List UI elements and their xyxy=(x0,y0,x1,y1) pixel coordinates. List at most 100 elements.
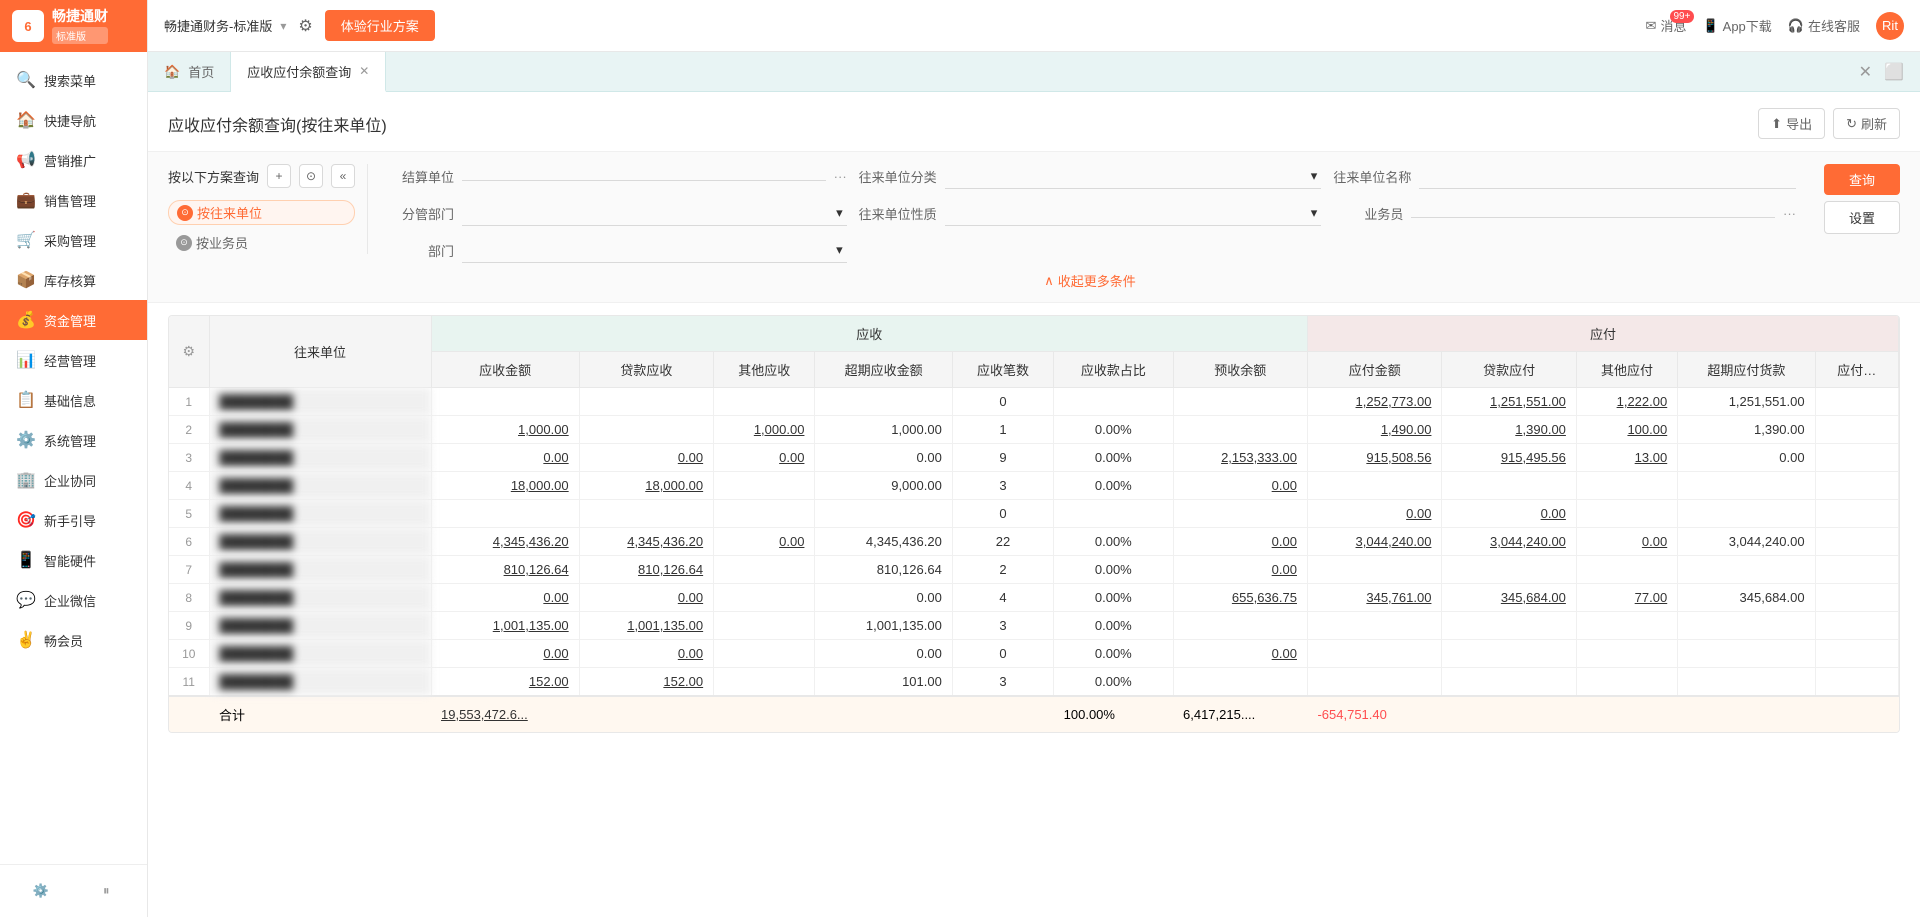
row-ar-loan[interactable]: 0.00 xyxy=(579,584,713,612)
row-ap-other[interactable] xyxy=(1576,612,1677,640)
sidebar-item-quicknav[interactable]: 🏠快捷导航 xyxy=(0,100,147,140)
row-ar-amount[interactable]: 4,345,436.20 xyxy=(431,528,579,556)
messages-btn[interactable]: ✉ 消息 99+ xyxy=(1646,16,1687,35)
row-advance[interactable]: 0.00 xyxy=(1173,556,1307,584)
row-ar-amount[interactable]: 1,000.00 xyxy=(431,416,579,444)
row-ap-loan[interactable]: 915,495.56 xyxy=(1442,444,1576,472)
row-ap-other[interactable]: 13.00 xyxy=(1576,444,1677,472)
row-advance[interactable] xyxy=(1173,388,1307,416)
sidebar-item-basic[interactable]: 📋基础信息 xyxy=(0,380,147,420)
sidebar-settings-btn[interactable]: ⚙️ xyxy=(12,877,70,905)
row-ar-loan[interactable] xyxy=(579,416,713,444)
row-ap-amount[interactable] xyxy=(1307,612,1441,640)
sidebar-item-hardware[interactable]: 📱智能硬件 xyxy=(0,540,147,580)
row-ar-loan[interactable] xyxy=(579,388,713,416)
row-ap-amount[interactable] xyxy=(1307,556,1441,584)
window-close-icon[interactable]: ✕ xyxy=(1859,62,1872,82)
row-advance[interactable]: 655,636.75 xyxy=(1173,584,1307,612)
sidebar-item-inventory[interactable]: 📦库存核算 xyxy=(0,260,147,300)
row-advance[interactable]: 0.00 xyxy=(1173,472,1307,500)
row-ar-other[interactable] xyxy=(714,388,815,416)
row-advance[interactable] xyxy=(1173,500,1307,528)
topbar-gear-icon[interactable]: ⚙ xyxy=(294,12,316,40)
industry-btn[interactable]: 体验行业方案 xyxy=(325,10,435,41)
row-advance[interactable] xyxy=(1173,668,1307,697)
row-ap-loan[interactable]: 1,390.00 xyxy=(1442,416,1576,444)
row-ar-other[interactable] xyxy=(714,668,815,697)
row-ar-other[interactable]: 0.00 xyxy=(714,444,815,472)
sidebar-item-member[interactable]: ✌️畅会员 xyxy=(0,620,147,660)
query-btn[interactable]: 查询 xyxy=(1824,164,1900,195)
row-ar-other[interactable] xyxy=(714,500,815,528)
sidebar-item-search[interactable]: 🔍搜索菜单 xyxy=(0,60,147,100)
row-ap-loan[interactable]: 3,044,240.00 xyxy=(1442,528,1576,556)
row-ar-loan[interactable]: 0.00 xyxy=(579,640,713,668)
sidebar-item-finance[interactable]: 💰资金管理 xyxy=(0,300,147,340)
settings-btn[interactable]: 设置 xyxy=(1824,201,1900,234)
row-ar-loan[interactable]: 18,000.00 xyxy=(579,472,713,500)
table-settings-icon[interactable]: ⚙ xyxy=(182,343,195,360)
row-ar-amount[interactable] xyxy=(431,388,579,416)
user-avatar[interactable]: Rit xyxy=(1876,12,1904,40)
tab-ar-query[interactable]: 应收应付余额查询 ✕ xyxy=(231,52,386,92)
window-expand-icon[interactable]: ⬜ xyxy=(1884,62,1904,82)
refresh-btn[interactable]: ↻ 刷新 xyxy=(1833,108,1900,139)
salesperson-dots-btn[interactable]: ··· xyxy=(1783,206,1796,221)
sidebar-item-marketing[interactable]: 📢营销推广 xyxy=(0,140,147,180)
sidebar-item-purchase[interactable]: 🛒采购管理 xyxy=(0,220,147,260)
row-ap-other[interactable] xyxy=(1576,556,1677,584)
row-ap-amount[interactable]: 0.00 xyxy=(1307,500,1441,528)
row-ap-amount[interactable]: 345,761.00 xyxy=(1307,584,1441,612)
department-arrow[interactable]: ▾ xyxy=(836,242,843,258)
row-ar-amount[interactable]: 1,001,135.00 xyxy=(431,612,579,640)
row-ar-other[interactable]: 1,000.00 xyxy=(714,416,815,444)
row-ar-amount[interactable]: 0.00 xyxy=(431,584,579,612)
row-ar-other[interactable] xyxy=(714,556,815,584)
row-advance[interactable]: 2,153,333.00 xyxy=(1173,444,1307,472)
row-ap-loan[interactable]: 1,251,551.00 xyxy=(1442,388,1576,416)
row-ap-amount[interactable]: 1,252,773.00 xyxy=(1307,388,1441,416)
row-ar-other[interactable] xyxy=(714,584,815,612)
settlement-dots-btn[interactable]: ··· xyxy=(834,169,847,184)
export-btn[interactable]: ⬆ 导出 xyxy=(1758,108,1825,139)
row-ar-loan[interactable]: 1,001,135.00 xyxy=(579,612,713,640)
row-ar-amount[interactable]: 0.00 xyxy=(431,640,579,668)
sidebar-collapse-btn[interactable]: ⏸ xyxy=(78,877,136,905)
row-ap-other[interactable] xyxy=(1576,500,1677,528)
row-ar-loan[interactable]: 810,126.64 xyxy=(579,556,713,584)
row-ap-amount[interactable]: 915,508.56 xyxy=(1307,444,1441,472)
row-ar-loan[interactable]: 152.00 xyxy=(579,668,713,697)
row-ap-loan[interactable] xyxy=(1442,668,1576,697)
sidebar-item-guide[interactable]: 🎯新手引导 xyxy=(0,500,147,540)
row-ap-loan[interactable] xyxy=(1442,556,1576,584)
row-ar-amount[interactable]: 810,126.64 xyxy=(431,556,579,584)
row-ar-other[interactable] xyxy=(714,640,815,668)
row-ar-amount[interactable]: 18,000.00 xyxy=(431,472,579,500)
row-ar-amount[interactable]: 0.00 xyxy=(431,444,579,472)
row-ap-loan[interactable]: 0.00 xyxy=(1442,500,1576,528)
row-ap-loan[interactable] xyxy=(1442,472,1576,500)
row-ar-other[interactable]: 0.00 xyxy=(714,528,815,556)
row-ap-loan[interactable] xyxy=(1442,612,1576,640)
filter-target-btn[interactable]: ⊙ xyxy=(299,164,323,188)
footer-ar-amount[interactable]: 19,553,472.6... xyxy=(431,696,579,732)
row-ar-loan[interactable]: 4,345,436.20 xyxy=(579,528,713,556)
row-ar-other[interactable] xyxy=(714,472,815,500)
row-advance[interactable] xyxy=(1173,612,1307,640)
sidebar-item-operations[interactable]: 📊经营管理 xyxy=(0,340,147,380)
row-ap-other[interactable] xyxy=(1576,472,1677,500)
row-ap-amount[interactable]: 1,490.00 xyxy=(1307,416,1441,444)
row-ap-other[interactable] xyxy=(1576,640,1677,668)
dept-arrow[interactable]: ▾ xyxy=(836,205,843,221)
row-ap-loan[interactable]: 345,684.00 xyxy=(1442,584,1576,612)
row-ar-loan[interactable] xyxy=(579,500,713,528)
row-ap-amount[interactable] xyxy=(1307,668,1441,697)
company-name-input[interactable] xyxy=(1419,165,1796,189)
tab-home[interactable]: 🏠 首页 xyxy=(148,52,231,92)
sidebar-item-wechat[interactable]: 💬企业微信 xyxy=(0,580,147,620)
company-category-arrow[interactable]: ▾ xyxy=(1311,168,1318,184)
row-ap-other[interactable]: 100.00 xyxy=(1576,416,1677,444)
row-ar-loan[interactable]: 0.00 xyxy=(579,444,713,472)
sidebar-item-corp[interactable]: 🏢企业协同 xyxy=(0,460,147,500)
row-ar-amount[interactable]: 152.00 xyxy=(431,668,579,697)
